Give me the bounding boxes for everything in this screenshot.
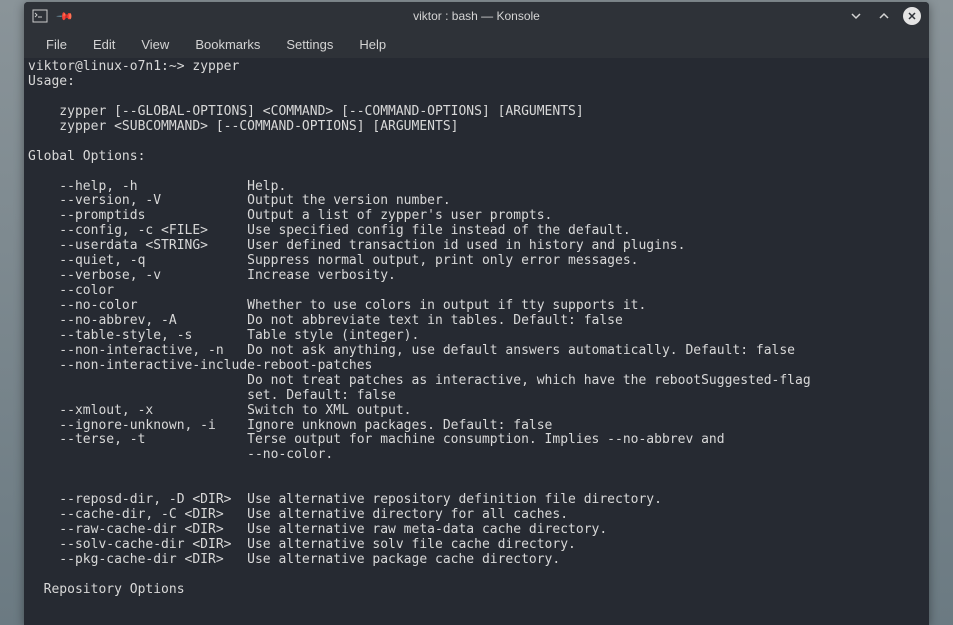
minimize-button[interactable] xyxy=(847,7,865,25)
terminal-output[interactable]: viktor@linux-o7n1:~> zypper Usage: zyppe… xyxy=(24,58,929,625)
menu-view[interactable]: View xyxy=(129,33,181,56)
menu-bookmarks[interactable]: Bookmarks xyxy=(183,33,272,56)
prompt-path: ~ xyxy=(169,59,177,74)
titlebar: 📌 viktor : bash — Konsole xyxy=(24,2,929,30)
output-text: Usage: zypper [--GLOBAL-OPTIONS] <COMMAN… xyxy=(28,74,811,597)
titlebar-left: 📌 xyxy=(32,8,72,24)
close-button[interactable] xyxy=(903,7,921,25)
titlebar-controls xyxy=(847,7,921,25)
pin-icon[interactable]: 📌 xyxy=(55,7,74,26)
terminal-window: 📌 viktor : bash — Konsole File Edit View… xyxy=(24,2,929,625)
prompt-user: viktor@linux-o7n1: xyxy=(28,59,169,74)
prompt-symbol: > xyxy=(177,59,185,74)
terminal-icon xyxy=(32,8,48,24)
window-title: viktor : bash — Konsole xyxy=(413,9,540,23)
menubar: File Edit View Bookmarks Settings Help xyxy=(24,30,929,58)
menu-settings[interactable]: Settings xyxy=(274,33,345,56)
menu-edit[interactable]: Edit xyxy=(81,33,127,56)
menu-file[interactable]: File xyxy=(34,33,79,56)
command-text: zypper xyxy=(192,59,239,74)
maximize-button[interactable] xyxy=(875,7,893,25)
menu-help[interactable]: Help xyxy=(347,33,398,56)
